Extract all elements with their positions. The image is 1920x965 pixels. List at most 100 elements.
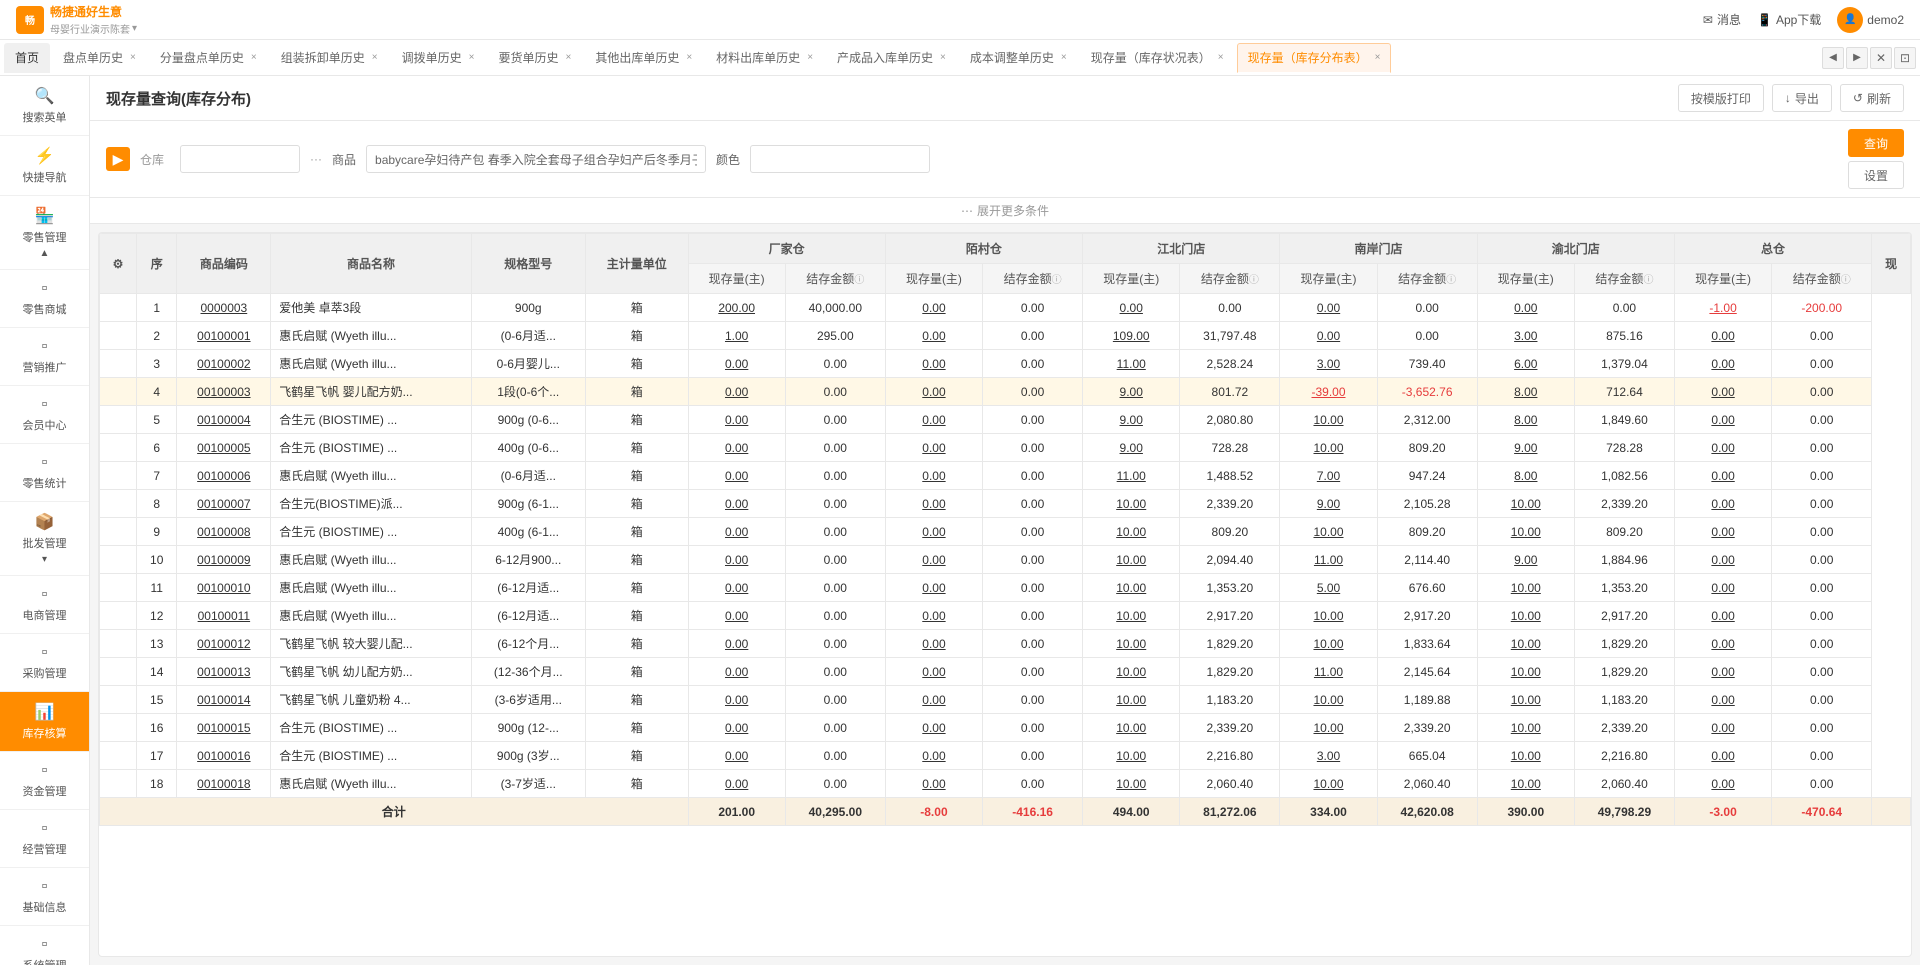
row-val-16-0[interactable]: 0.00	[688, 742, 785, 770]
row-val-4-10[interactable]: 0.00	[1674, 406, 1771, 434]
row-val-15-0[interactable]: 0.00	[688, 714, 785, 742]
row-val-2-10[interactable]: 0.00	[1674, 350, 1771, 378]
color-input[interactable]	[750, 145, 930, 173]
row-val-9-6[interactable]: 11.00	[1280, 546, 1377, 574]
row-val-13-0[interactable]: 0.00	[688, 658, 785, 686]
row-val-9-0[interactable]: 0.00	[688, 546, 785, 574]
row-code-12[interactable]: 00100012	[177, 630, 271, 658]
row-val-2-8[interactable]: 6.00	[1477, 350, 1574, 378]
tab-next-btn[interactable]: ▶	[1846, 47, 1868, 69]
row-val-5-6[interactable]: 10.00	[1280, 434, 1377, 462]
row-val-6-4[interactable]: 11.00	[1083, 462, 1180, 490]
sidebar-item-9[interactable]: ▫采购管理	[0, 634, 89, 692]
nav-tab-1[interactable]: 盘点单历史×	[52, 43, 147, 73]
nav-tab-8[interactable]: 产成品入库单历史×	[826, 43, 957, 73]
sidebar-item-4[interactable]: ▫营销推广	[0, 328, 89, 386]
row-check-2[interactable]	[100, 350, 137, 378]
row-val-6-6[interactable]: 7.00	[1280, 462, 1377, 490]
row-check-12[interactable]	[100, 630, 137, 658]
row-val-15-4[interactable]: 10.00	[1083, 714, 1180, 742]
row-val-10-4[interactable]: 10.00	[1083, 574, 1180, 602]
row-val-12-6[interactable]: 10.00	[1280, 630, 1377, 658]
row-val-6-2[interactable]: 0.00	[885, 462, 982, 490]
print-btn[interactable]: 按模版打印	[1678, 84, 1764, 112]
row-val-12-4[interactable]: 10.00	[1083, 630, 1180, 658]
col-settings-th[interactable]: ⚙	[100, 234, 137, 294]
row-val-5-8[interactable]: 9.00	[1477, 434, 1574, 462]
row-val-8-6[interactable]: 10.00	[1280, 518, 1377, 546]
row-check-10[interactable]	[100, 574, 137, 602]
tab-close-4[interactable]: ×	[469, 52, 475, 63]
row-val-1-10[interactable]: 0.00	[1674, 322, 1771, 350]
tab-close-11[interactable]: ×	[1375, 52, 1381, 63]
row-val-11-0[interactable]: 0.00	[688, 602, 785, 630]
row-val-4-4[interactable]: 9.00	[1083, 406, 1180, 434]
info-icon-5[interactable]: ⓘ	[1841, 275, 1851, 286]
row-val-7-6[interactable]: 9.00	[1280, 490, 1377, 518]
row-code-8[interactable]: 00100008	[177, 518, 271, 546]
row-val-3-10[interactable]: 0.00	[1674, 378, 1771, 406]
row-val-2-0[interactable]: 0.00	[688, 350, 785, 378]
row-val-8-4[interactable]: 10.00	[1083, 518, 1180, 546]
row-check-14[interactable]	[100, 686, 137, 714]
row-code-13[interactable]: 00100013	[177, 658, 271, 686]
row-val-11-8[interactable]: 10.00	[1477, 602, 1574, 630]
row-code-16[interactable]: 00100016	[177, 742, 271, 770]
row-val-5-0[interactable]: 0.00	[688, 434, 785, 462]
sidebar-item-8[interactable]: ▫电商管理	[0, 576, 89, 634]
row-code-4[interactable]: 00100004	[177, 406, 271, 434]
info-icon-0[interactable]: ⓘ	[854, 275, 864, 286]
row-code-10[interactable]: 00100010	[177, 574, 271, 602]
row-val-14-4[interactable]: 10.00	[1083, 686, 1180, 714]
filter-toggle-btn[interactable]: ▶	[106, 147, 130, 171]
row-val-0-10[interactable]: -1.00	[1674, 294, 1771, 322]
row-val-3-4[interactable]: 9.00	[1083, 378, 1180, 406]
row-val-17-8[interactable]: 10.00	[1477, 770, 1574, 798]
app-download-btn[interactable]: 📱 App下载	[1757, 11, 1821, 28]
row-val-13-4[interactable]: 10.00	[1083, 658, 1180, 686]
row-val-2-6[interactable]: 3.00	[1280, 350, 1377, 378]
row-val-15-2[interactable]: 0.00	[885, 714, 982, 742]
row-code-0[interactable]: 0000003	[177, 294, 271, 322]
sidebar-item-0[interactable]: 🔍搜索英单	[0, 76, 89, 136]
row-val-7-2[interactable]: 0.00	[885, 490, 982, 518]
warehouse-input[interactable]	[180, 145, 300, 173]
info-icon-4[interactable]: ⓘ	[1643, 275, 1653, 286]
row-val-11-4[interactable]: 10.00	[1083, 602, 1180, 630]
row-val-16-10[interactable]: 0.00	[1674, 742, 1771, 770]
row-val-4-2[interactable]: 0.00	[885, 406, 982, 434]
row-code-6[interactable]: 00100006	[177, 462, 271, 490]
sidebar-item-10[interactable]: 📊库存核算	[0, 692, 89, 752]
row-val-6-10[interactable]: 0.00	[1674, 462, 1771, 490]
row-val-13-6[interactable]: 11.00	[1280, 658, 1377, 686]
row-val-10-2[interactable]: 0.00	[885, 574, 982, 602]
tab-close-9[interactable]: ×	[1061, 52, 1067, 63]
row-val-8-10[interactable]: 0.00	[1674, 518, 1771, 546]
row-val-0-8[interactable]: 0.00	[1477, 294, 1574, 322]
row-check-5[interactable]	[100, 434, 137, 462]
row-val-15-8[interactable]: 10.00	[1477, 714, 1574, 742]
sidebar-item-12[interactable]: ▫经营管理	[0, 810, 89, 868]
row-val-12-0[interactable]: 0.00	[688, 630, 785, 658]
refresh-btn[interactable]: ↺ 刷新	[1840, 84, 1904, 112]
tab-close-2[interactable]: ×	[251, 52, 257, 63]
row-val-1-4[interactable]: 109.00	[1083, 322, 1180, 350]
row-val-3-6[interactable]: -39.00	[1280, 378, 1377, 406]
row-val-13-8[interactable]: 10.00	[1477, 658, 1574, 686]
row-val-10-10[interactable]: 0.00	[1674, 574, 1771, 602]
row-val-3-8[interactable]: 8.00	[1477, 378, 1574, 406]
row-val-8-8[interactable]: 10.00	[1477, 518, 1574, 546]
row-check-16[interactable]	[100, 742, 137, 770]
nav-tab-4[interactable]: 调拨单历史×	[391, 43, 486, 73]
row-val-14-8[interactable]: 10.00	[1477, 686, 1574, 714]
row-check-7[interactable]	[100, 490, 137, 518]
row-val-17-4[interactable]: 10.00	[1083, 770, 1180, 798]
row-val-0-2[interactable]: 0.00	[885, 294, 982, 322]
sidebar-item-2[interactable]: 🏪零售管理▲	[0, 196, 89, 270]
row-val-5-10[interactable]: 0.00	[1674, 434, 1771, 462]
row-val-12-2[interactable]: 0.00	[885, 630, 982, 658]
row-check-13[interactable]	[100, 658, 137, 686]
message-btn[interactable]: ✉ 消息	[1703, 11, 1741, 28]
row-val-9-4[interactable]: 10.00	[1083, 546, 1180, 574]
row-val-14-6[interactable]: 10.00	[1280, 686, 1377, 714]
